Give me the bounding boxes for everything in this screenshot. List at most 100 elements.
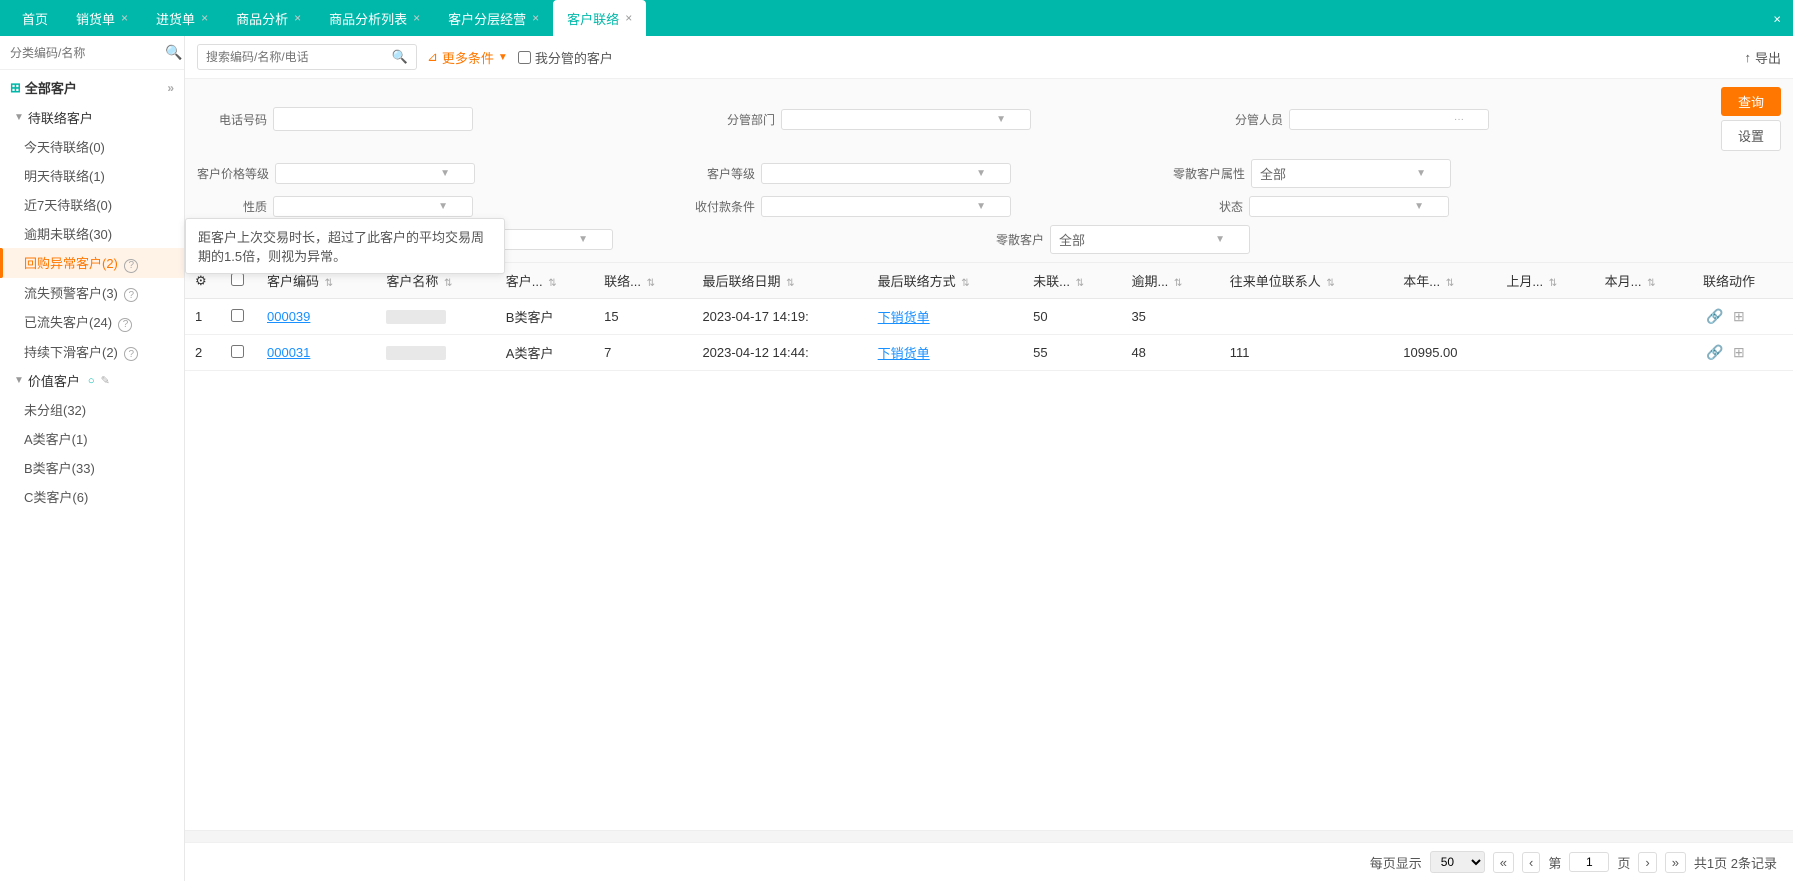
sidebar-search-input[interactable] [10, 46, 165, 60]
nav-item-sales[interactable]: 销货单 × [62, 0, 142, 36]
setting-button[interactable]: 设置 [1721, 120, 1781, 151]
sort-name-icon[interactable]: ⇅ [444, 278, 452, 289]
sidebar-item-class-b[interactable]: B类客户(33) [0, 453, 184, 482]
close-product-list-icon[interactable]: × [413, 11, 420, 25]
close-customer-contact-icon[interactable]: × [625, 11, 632, 25]
close-customer-tier-icon[interactable]: × [532, 11, 539, 25]
row2-checkbox[interactable] [221, 335, 257, 371]
col-uncontacted[interactable]: 未联... ⇅ [1023, 263, 1121, 299]
col-company-contact[interactable]: 往来单位联系人 ⇅ [1220, 263, 1394, 299]
select-all-checkbox[interactable] [231, 273, 244, 286]
prev-page-btn[interactable]: ‹ [1522, 852, 1540, 873]
sort-type-icon[interactable]: ⇅ [548, 278, 556, 289]
last-page-btn[interactable]: » [1665, 852, 1686, 873]
close-purchase-icon[interactable]: × [201, 11, 208, 25]
sort-uncontacted-icon[interactable]: ⇅ [1076, 278, 1084, 289]
col-last-month[interactable]: 上月... ⇅ [1496, 263, 1594, 299]
sidebar-item-declining[interactable]: 持续下滑客户(2) ? [0, 337, 184, 367]
col-this-year[interactable]: 本年... ⇅ [1393, 263, 1496, 299]
query-button[interactable]: 查询 [1721, 87, 1781, 116]
next-page-btn[interactable]: › [1638, 852, 1656, 873]
sidebar-item-today[interactable]: 今天待联络(0) [0, 132, 184, 161]
sort-last-month-icon[interactable]: ⇅ [1549, 278, 1557, 289]
row1-action-grid-icon[interactable]: ⊞ [1733, 308, 1745, 324]
gender-caret-icon: ▼ [438, 201, 448, 212]
sidebar-item-ungrouped[interactable]: 未分组(32) [0, 395, 184, 424]
export-btn[interactable]: ↑ 导出 [1744, 48, 1781, 67]
close-sales-icon[interactable]: × [121, 11, 128, 25]
sidebar-group-value[interactable]: ▼ 价值客户 ○ ✎ [0, 366, 184, 395]
nav-item-home[interactable]: 首页 [8, 0, 62, 36]
sidebar-item-7days[interactable]: 近7天待联络(0) [0, 190, 184, 219]
info-icon-declining[interactable]: ? [124, 347, 138, 361]
all-customers-header[interactable]: ⊞ 全部客户 » [0, 70, 184, 103]
my-customers-checkbox[interactable] [518, 51, 531, 64]
payment-select[interactable]: ▼ [761, 196, 1011, 217]
sidebar-item-overdue[interactable]: 逾期未联络(30) [0, 219, 184, 248]
status-select[interactable]: ▼ [1249, 196, 1449, 217]
sort-last-date-icon[interactable]: ⇅ [786, 278, 794, 289]
per-page-select[interactable]: 50 10 20 100 [1430, 851, 1485, 873]
nav-item-product-list[interactable]: 商品分析列表 × [315, 0, 434, 36]
action-buttons: 查询 设置 [1721, 87, 1781, 151]
row2-last-method[interactable]: 下销货单 [868, 335, 1023, 371]
sidebar-item-repurchase-abnormal[interactable]: 回购异常客户(2) ? [0, 248, 184, 278]
sort-last-method-icon[interactable]: ⇅ [961, 278, 969, 289]
nav-item-purchase[interactable]: 进货单 × [142, 0, 222, 36]
sort-company-icon[interactable]: ⇅ [1326, 278, 1334, 289]
dept-select[interactable]: ▼ [781, 109, 1031, 130]
info-icon-churn-warning[interactable]: ? [124, 288, 138, 302]
row1-select[interactable] [231, 309, 244, 322]
col-last-date[interactable]: 最后联络日期 ⇅ [692, 263, 867, 299]
row1-overdue: 35 [1121, 299, 1219, 335]
col-contact-count[interactable]: 联络... ⇅ [594, 263, 692, 299]
close-all-tabs-icon[interactable]: × [1773, 8, 1781, 29]
sidebar-item-class-a[interactable]: A类客户(1) [0, 424, 184, 453]
my-customers-checkbox-wrap[interactable]: 我分管的客户 [518, 48, 613, 67]
sidebar-search-icon[interactable]: 🔍 [165, 44, 182, 61]
row2-action-link-icon[interactable]: 🔗 [1706, 344, 1723, 360]
sidebar-item-churn-warning[interactable]: 流失预警客户(3) ? [0, 278, 184, 308]
row1-checkbox[interactable] [221, 299, 257, 335]
row2-action-grid-icon[interactable]: ⊞ [1733, 344, 1745, 360]
col-last-method[interactable]: 最后联络方式 ⇅ [868, 263, 1023, 299]
person-select[interactable]: ··· [1289, 109, 1489, 130]
settings-icon[interactable]: ⚙ [195, 273, 207, 288]
phone-input[interactable] [273, 107, 473, 131]
info-icon-repurchase[interactable]: ? [124, 259, 138, 273]
nav-item-product-analysis[interactable]: 商品分析 × [222, 0, 315, 36]
main-search-input[interactable] [206, 50, 392, 64]
retail-customer-select[interactable]: 全部 ▼ [1050, 225, 1250, 254]
row1-code[interactable]: 000039 [257, 299, 376, 335]
sort-contact-icon[interactable]: ⇅ [647, 278, 655, 289]
row2-code[interactable]: 000031 [257, 335, 376, 371]
sort-code-icon[interactable]: ⇅ [325, 278, 333, 289]
row1-action-link-icon[interactable]: 🔗 [1706, 308, 1723, 324]
more-conditions-btn[interactable]: ⊿ 更多条件 ▼ [427, 48, 508, 67]
sidebar-item-tomorrow[interactable]: 明天待联络(1) [0, 161, 184, 190]
nav-item-customer-contact[interactable]: 客户联络 × [553, 0, 646, 36]
price-level-select[interactable]: ▼ [275, 163, 475, 184]
info-icon-churned[interactable]: ? [118, 318, 132, 332]
horizontal-scrollbar[interactable] [185, 830, 1793, 842]
close-product-analysis-icon[interactable]: × [294, 11, 301, 25]
gender-select[interactable]: ▼ [273, 196, 473, 217]
col-this-month[interactable]: 本月... ⇅ [1595, 263, 1693, 299]
sort-this-month-icon[interactable]: ⇅ [1647, 278, 1655, 289]
col-overdue[interactable]: 逾期... ⇅ [1121, 263, 1219, 299]
page-input[interactable] [1569, 852, 1609, 872]
sidebar-collapse-icon[interactable]: » [167, 81, 174, 95]
col-type[interactable]: 客户... ⇅ [496, 263, 594, 299]
sort-overdue-icon[interactable]: ⇅ [1174, 278, 1182, 289]
customer-level-select[interactable]: ▼ [761, 163, 1011, 184]
sort-this-year-icon[interactable]: ⇅ [1446, 278, 1454, 289]
row1-last-method[interactable]: 下销货单 [868, 299, 1023, 335]
row2-select[interactable] [231, 345, 244, 358]
main-search-icon[interactable]: 🔍 [392, 49, 408, 65]
sidebar-item-churned[interactable]: 已流失客户(24) ? [0, 307, 184, 337]
nav-item-customer-tier[interactable]: 客户分层经营 × [434, 0, 553, 36]
sidebar-item-class-c[interactable]: C类客户(6) [0, 482, 184, 511]
first-page-btn[interactable]: « [1493, 852, 1514, 873]
sidebar-group-waiting[interactable]: ▼ 待联络客户 [0, 103, 184, 132]
retail-attr-select[interactable]: 全部 ▼ [1251, 159, 1451, 188]
